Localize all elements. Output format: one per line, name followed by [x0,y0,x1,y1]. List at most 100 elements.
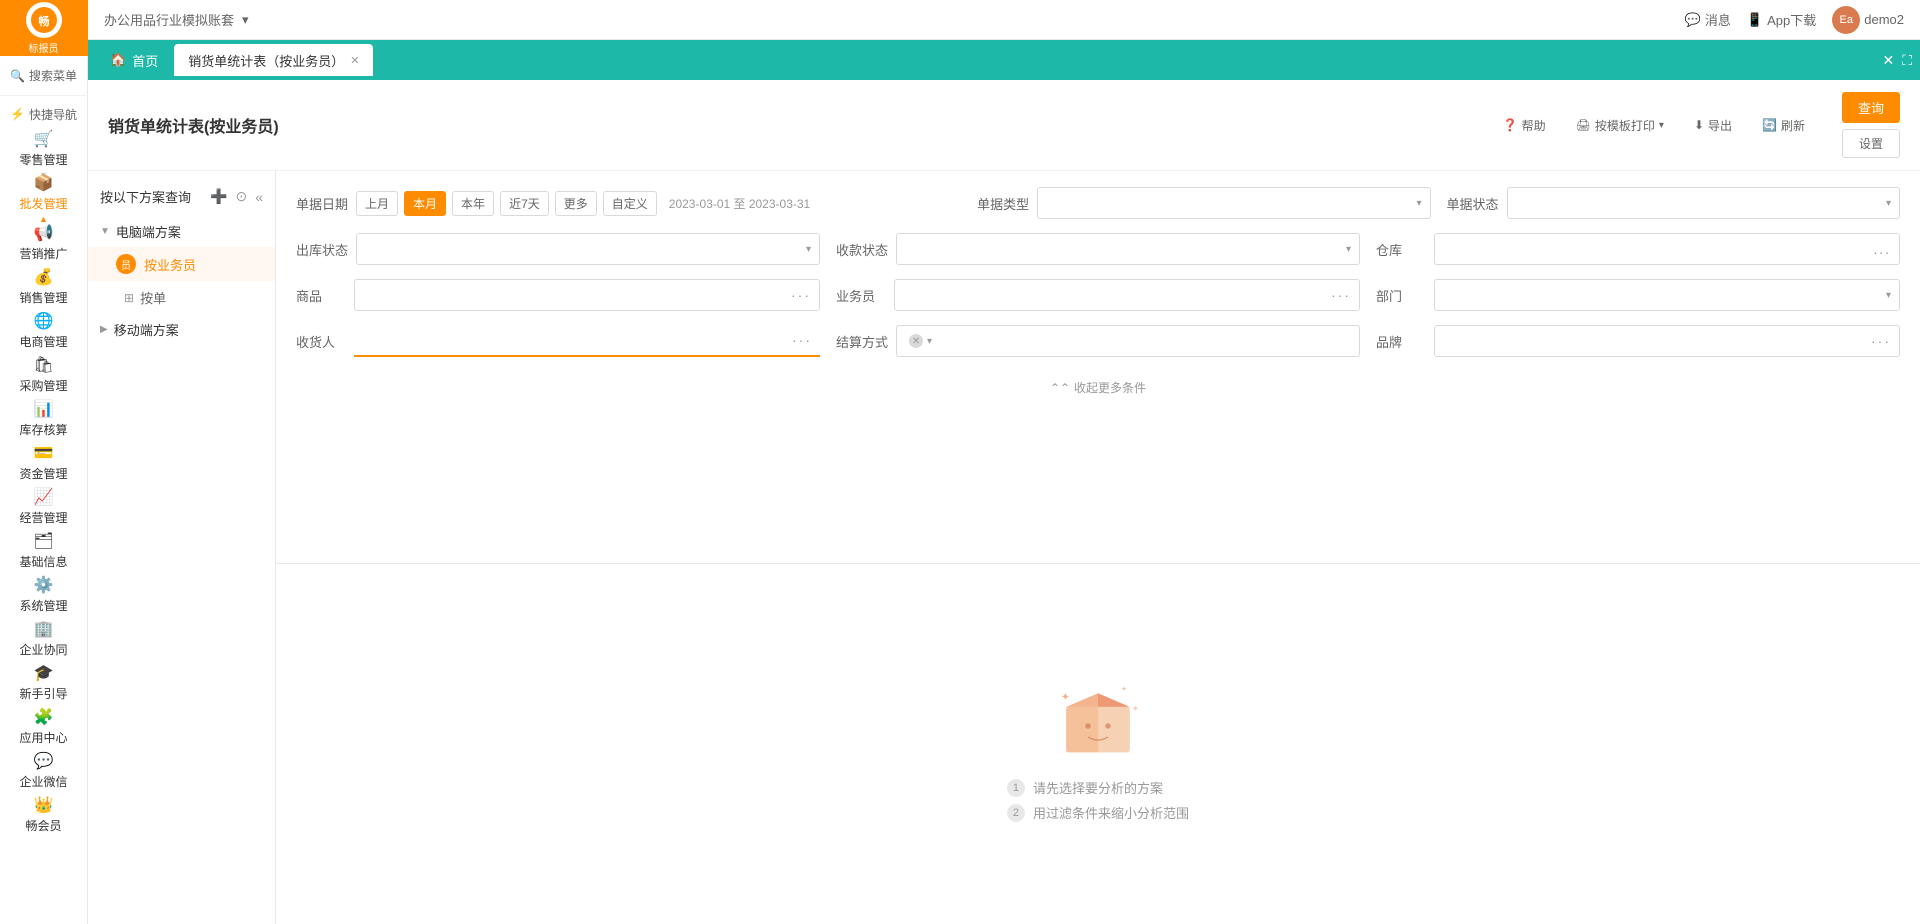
refresh-label: 刷新 [1781,117,1805,134]
collapse-panel-btn[interactable]: « [255,189,263,205]
sidebar-item-newbie[interactable]: 🎓 新手引导 [0,660,88,704]
step-1-num: 1 [1007,779,1025,797]
maximize-icon[interactable]: ⛶ [1902,52,1912,69]
svg-text:✦: ✦ [1061,692,1070,704]
brand-dots-icon: ··· [1871,333,1891,349]
staff-scheme-icon: 员 [116,254,136,274]
date-btn-this-month[interactable]: 本月 [404,191,446,216]
sidebar-item-retail[interactable]: 🛒 零售管理 ▼ [0,132,88,176]
help-icon: ❓ [1503,118,1518,132]
warehouse-field: 仓库 ... [1376,233,1900,265]
filter-row-4: 收货人 ··· 结算方式 ✕ ▾ [296,325,1900,357]
topbar-title: 办公用品行业模拟账套 [104,10,234,29]
staff-input[interactable]: ··· [894,279,1360,311]
collapse-bar[interactable]: ⌃⌃ 收起更多条件 [296,371,1900,404]
doc-status-select[interactable]: ▾ [1507,187,1900,219]
msg-btn[interactable]: 💬 消息 [1685,10,1731,29]
goods-dots-icon: ··· [791,287,811,303]
app-download-btn[interactable]: 📱 App下载 [1747,10,1816,29]
filter-item-by-order[interactable]: ⊞ 按单 [88,281,275,314]
topbar-dropdown[interactable]: ▾ [242,12,249,28]
help-btn[interactable]: ❓ 帮助 [1494,112,1555,139]
right-action-btns: 查询 设置 [1842,92,1900,158]
doc-type-field: 单据类型 ▾ [977,187,1430,219]
sidebar-item-system[interactable]: ⚙️ 系统管理 [0,572,88,616]
tab-home[interactable]: 🏠 首页 [96,44,172,76]
tab-sales-stat[interactable]: 销货单统计表（按业务员） ✕ [174,44,373,76]
empty-step-2: 2 用过滤条件来缩小分析范围 [1007,803,1189,822]
doc-status-arrow-icon: ▾ [1886,198,1891,209]
template-print-btn[interactable]: 🖨 按模板打印 ▾ [1567,112,1673,139]
inventory-icon: 📊 [34,399,54,419]
user-avatar-area[interactable]: Ea demo2 [1832,6,1904,34]
payment-select[interactable]: ✕ ▾ [896,325,1360,357]
settings-btn[interactable]: 设置 [1842,129,1900,158]
filter-group-mobile-header[interactable]: ▶ 移动端方案 [88,314,275,345]
sidebar-item-wholesale-label: 批发管理 [19,195,67,212]
print-dropdown-icon: ▾ [1659,120,1664,131]
sidebar-item-member[interactable]: 👑 畅会员 [0,792,88,836]
apps-icon: 🧩 [34,707,54,727]
sidebar-item-inventory[interactable]: 📊 库存核算 [0,396,88,440]
sidebar-item-purchase[interactable]: 🛍 采购管理 [0,352,88,396]
step-2-num: 2 [1007,804,1025,822]
operations-icon: 📈 [34,487,54,507]
date-btn-custom[interactable]: 自定义 [603,191,657,216]
retail-icon: 🛒 [34,129,54,149]
warehouse-input[interactable]: ... [1434,233,1900,265]
basic-icon: 🗂 [33,531,53,551]
query-btn[interactable]: 查询 [1842,92,1900,123]
collect-status-arrow-icon: ▾ [1346,244,1351,255]
dept-select[interactable]: ▾ [1434,279,1900,311]
sidebar-item-finance[interactable]: 💳 资金管理 [0,440,88,484]
page-title: 销货单统计表(按业务员) [108,113,279,149]
content-area: 销货单统计表(按业务员) ❓ 帮助 🖨 按模板打印 ▾ ⬇ 导出 🔄 刷新 [88,80,1920,924]
search-icon: 🔍 [10,69,25,83]
tree-expand-icon: ▼ [100,226,110,237]
sidebar-item-marketing[interactable]: 📢 营销推广 [0,220,88,264]
sidebar-item-operations[interactable]: 📈 经营管理 [0,484,88,528]
export-btn[interactable]: ⬇ 导出 [1685,112,1741,139]
search-menu[interactable]: 🔍 搜索菜单 [0,56,88,96]
date-btn-last-7[interactable]: 近7天 [500,191,549,216]
receiver-label: 收货人 [296,332,346,351]
doc-type-select[interactable]: ▾ [1037,187,1430,219]
system-icon: ⚙️ [34,575,54,595]
sidebar-item-enterprise[interactable]: 🏢 企业协同 [0,616,88,660]
tab-close-icon[interactable]: ✕ [350,54,359,67]
sidebar-item-sales[interactable]: 💰 销售管理 [0,264,88,308]
filter-item-by-staff[interactable]: 员 按业务员 [88,247,275,281]
quick-nav-label: 快捷导航 [29,106,77,123]
sidebar-logo[interactable]: 畅 标报员 [0,0,88,56]
page-header: 销货单统计表(按业务员) ❓ 帮助 🖨 按模板打印 ▾ ⬇ 导出 🔄 刷新 [88,80,1920,171]
refresh-icon: 🔄 [1762,118,1777,132]
out-status-label: 出库状态 [296,240,348,259]
out-status-select[interactable]: ▾ [356,233,820,265]
receiver-input[interactable]: ··· [354,325,820,357]
quick-nav[interactable]: ⚡ 快捷导航 [0,96,88,132]
filter-panel: 按以下方案查询 ➕ ⊙ « ▼ 电脑端方案 [88,171,276,924]
sidebar-item-apps[interactable]: 🧩 应用中心 [0,704,88,748]
sidebar-item-finance-label: 资金管理 [19,465,67,482]
payment-clear-icon[interactable]: ✕ [909,334,923,348]
sidebar-item-wechat[interactable]: 💬 企业微信 [0,748,88,792]
add-scheme-btn[interactable]: ➕ [210,188,227,205]
close-window-icon[interactable]: ✕ [1882,52,1894,69]
sidebar-item-newbie-label: 新手引导 [19,685,67,702]
refresh-btn[interactable]: 🔄 刷新 [1753,112,1814,139]
sidebar-item-wholesale[interactable]: 📦 批发管理 ▲ [0,176,88,220]
date-btn-this-year[interactable]: 本年 [452,191,494,216]
brand-input[interactable]: ··· [1434,325,1900,357]
sidebar-item-basic[interactable]: 🗂 基础信息 [0,528,88,572]
filter-group-desktop-header[interactable]: ▼ 电脑端方案 [88,216,275,247]
filter-panel-title: 按以下方案查询 [100,187,191,206]
staff-field: 业务员 ··· [836,279,1360,311]
sidebar-item-ecommerce[interactable]: 🌐 电商管理 [0,308,88,352]
date-btn-last-month[interactable]: 上月 [356,191,398,216]
svg-text:✦: ✦ [1121,684,1127,693]
goods-input[interactable]: ··· [354,279,820,311]
collect-status-select[interactable]: ▾ [896,233,1360,265]
edit-scheme-btn[interactable]: ⊙ [235,188,247,205]
date-btn-more[interactable]: 更多 [555,191,597,216]
newbie-icon: 🎓 [34,663,54,683]
